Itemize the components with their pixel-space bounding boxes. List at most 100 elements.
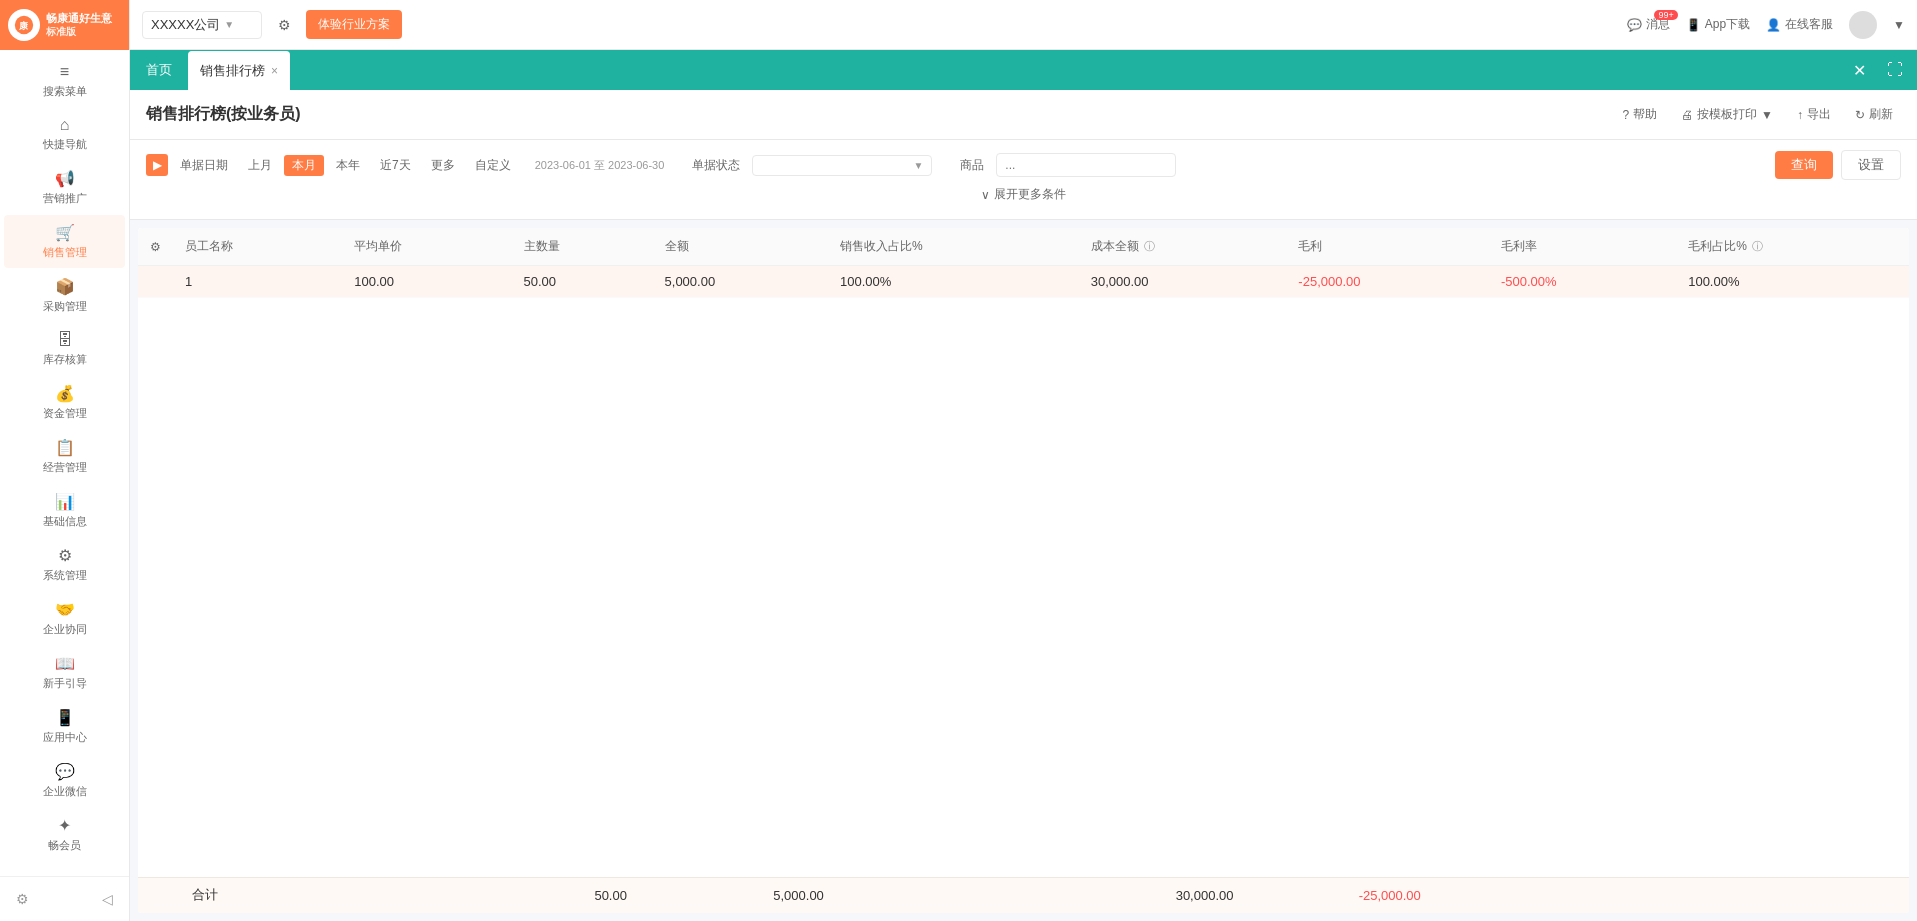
sidebar-item-enterprise[interactable]: 🤝企业协同 — [4, 592, 125, 645]
row-avg-price: 100.00 — [342, 266, 511, 298]
sidebar-label-purchase: 采购管理 — [43, 299, 87, 314]
date-tab-this-year[interactable]: 本年 — [328, 155, 368, 176]
help-icon: ? — [1622, 108, 1629, 122]
settings-bottom-btn[interactable]: ⚙ — [8, 885, 36, 913]
date-tab-more[interactable]: 更多 — [423, 155, 463, 176]
service-icon: 👤 — [1766, 18, 1781, 32]
sidebar-label-operation: 经营管理 — [43, 460, 87, 475]
tab-close-btn[interactable]: × — [271, 64, 278, 78]
app-download-label: App下载 — [1705, 16, 1750, 33]
sidebar-icon-app-center: 📱 — [55, 708, 75, 727]
message-badge: 99+ — [1654, 10, 1677, 20]
status-select-arrow-icon: ▼ — [913, 160, 923, 171]
product-input[interactable] — [996, 153, 1176, 177]
table-header-row: ⚙ 员工名称 平均单价 主数量 全额 销售收入占比% 成本全额 ⓘ 毛利 毛利率… — [138, 228, 1909, 266]
tabbar-right: ✕ ⛶ — [1845, 56, 1917, 84]
expand-icon: ∨ — [981, 188, 990, 202]
col-gross-pct: 毛利占比% ⓘ — [1676, 228, 1909, 266]
gross-pct-info-icon[interactable]: ⓘ — [1752, 240, 1763, 252]
footer-cost: 30,000.00 — [1164, 886, 1347, 905]
row-cost: 30,000.00 — [1079, 266, 1287, 298]
sidebar-icon-basic-info: 📊 — [55, 492, 75, 511]
sidebar-item-guide[interactable]: 📖新手引导 — [4, 646, 125, 699]
sidebar-item-system[interactable]: ⚙ 系统管理 — [4, 538, 125, 591]
sidebar-icon-finance: 💰 — [55, 384, 75, 403]
collapse-row: ∨ 展开更多条件 — [146, 180, 1901, 209]
sidebar-icon-system: ⚙ — [58, 546, 72, 565]
date-tab-7days[interactable]: 近7天 — [372, 155, 419, 176]
date-tab-last-month[interactable]: 上月 — [240, 155, 280, 176]
page-header-actions: ? 帮助 🖨 按模板打印 ▼ ↑ 导出 ↻ 刷新 — [1614, 102, 1901, 127]
date-tab-current-month[interactable]: 本月 — [284, 155, 324, 176]
sidebar-label-system: 系统管理 — [43, 568, 87, 583]
sidebar-item-enterprise-wechat[interactable]: 💬企业微信 — [4, 754, 125, 807]
sidebar-item-marketing[interactable]: 📢营销推广 — [4, 161, 125, 214]
sidebar-icon-enterprise: 🤝 — [55, 600, 75, 619]
col-avg-price: 平均单价 — [342, 228, 511, 266]
page-content: 销售排行榜(按业务员) ? 帮助 🖨 按模板打印 ▼ ↑ 导出 ↻ 刷新 — [130, 90, 1917, 921]
refresh-label: 刷新 — [1869, 106, 1893, 123]
query-button[interactable]: 查询 — [1775, 151, 1833, 179]
sidebar-item-quick-nav[interactable]: ⌂快捷导航 — [4, 108, 125, 160]
row-sales-pct: 100.00% — [828, 266, 1079, 298]
online-service-label: 在线客服 — [1785, 16, 1833, 33]
collapse-sidebar-btn[interactable]: ◁ — [93, 885, 121, 913]
col-gross-rate: 毛利率 — [1489, 228, 1676, 266]
message-btn[interactable]: 💬 消息 99+ — [1627, 16, 1670, 33]
sidebar-item-app-center[interactable]: 📱应用中心 — [4, 700, 125, 753]
sidebar-item-sales[interactable]: 🛒销售管理 — [4, 215, 125, 268]
sidebar-logo: 康 畅康通好生意 标准版 — [0, 0, 129, 50]
footer-amount: 5,000.00 — [761, 886, 940, 905]
online-service-btn[interactable]: 👤 在线客服 — [1766, 16, 1833, 33]
table-footer: 合计 50.00 5,000.00 30,000.00 -25,000.00 — [138, 877, 1909, 913]
company-selector[interactable]: XXXXX公司 ▼ — [142, 11, 262, 39]
data-table: ⚙ 员工名称 平均单价 主数量 全额 销售收入占比% 成本全额 ⓘ 毛利 毛利率… — [138, 228, 1909, 298]
footer-gross: -25,000.00 — [1347, 886, 1540, 905]
tab-home[interactable]: 首页 — [130, 50, 188, 90]
refresh-btn[interactable]: ↻ 刷新 — [1847, 102, 1901, 127]
row-gross-pct: 100.00% — [1676, 266, 1909, 298]
filter-toggle-btn[interactable]: ▶ — [146, 154, 168, 176]
expand-more-btn[interactable]: ∨ 展开更多条件 — [981, 186, 1066, 203]
sidebar-item-operation[interactable]: 📋 经营管理 — [4, 430, 125, 483]
footer-label: 合计 — [180, 886, 404, 905]
tab-sales-ranking[interactable]: 销售排行榜 × — [188, 51, 290, 91]
sidebar-label-search-order: 搜索菜单 — [43, 84, 87, 99]
row-gross-rate: -500.00% — [1489, 266, 1676, 298]
sidebar-label-sales: 销售管理 — [43, 245, 87, 260]
date-tab-custom[interactable]: 自定义 — [467, 155, 519, 176]
sidebar-icon-operation: 📋 — [55, 438, 75, 457]
sidebar-label-enterprise-wechat: 企业微信 — [43, 784, 87, 799]
export-label: 导出 — [1807, 106, 1831, 123]
sidebar-icon-purchase: 📦 — [55, 277, 75, 296]
help-btn[interactable]: ? 帮助 — [1614, 102, 1665, 127]
sidebar-item-finance[interactable]: 💰 资金管理 — [4, 376, 125, 429]
export-btn[interactable]: ↑ 导出 — [1789, 102, 1839, 127]
sidebar-label-finance: 资金管理 — [43, 406, 87, 421]
row-index: 1 — [173, 266, 342, 298]
sidebar-item-search-order[interactable]: ≡搜索菜单 — [4, 55, 125, 107]
sidebar-icon-guide: 📖 — [55, 654, 75, 673]
settings-small-button[interactable]: 设置 — [1841, 150, 1901, 180]
sidebar-item-basic-info[interactable]: 📊基础信息 — [4, 484, 125, 537]
print-btn[interactable]: 🖨 按模板打印 ▼ — [1673, 102, 1781, 127]
topbar-settings-btn[interactable]: ⚙ — [270, 11, 298, 39]
sidebar-item-member[interactable]: ✦畅会员 — [4, 808, 125, 861]
user-avatar[interactable] — [1849, 11, 1877, 39]
cost-info-icon[interactable]: ⓘ — [1144, 240, 1155, 252]
product-filter-label: 商品 — [960, 157, 984, 174]
tab-fullscreen-btn[interactable]: ⛶ — [1881, 56, 1909, 84]
status-select[interactable]: ▼ — [752, 155, 932, 176]
col-sales-pct: 销售收入占比% — [828, 228, 1079, 266]
tab-close-all-btn[interactable]: ✕ — [1845, 56, 1873, 84]
table-row: 1 100.00 50.00 5,000.00 100.00% 30,000.0… — [138, 266, 1909, 298]
sidebar-item-inventory[interactable]: 🗄库存核算 — [4, 323, 125, 375]
user-menu-btn[interactable]: ▼ — [1893, 18, 1905, 32]
tabbar: 首页 销售排行榜 × ✕ ⛶ — [130, 50, 1917, 90]
app-download-btn[interactable]: 📱 App下载 — [1686, 16, 1750, 33]
product-input-field[interactable] — [1005, 158, 1167, 172]
expand-label: 展开更多条件 — [994, 186, 1066, 203]
topbar-right: 💬 消息 99+ 📱 App下载 👤 在线客服 ▼ — [1627, 11, 1905, 39]
trial-button[interactable]: 体验行业方案 — [306, 10, 402, 39]
sidebar-item-purchase[interactable]: 📦 采购管理 — [4, 269, 125, 322]
